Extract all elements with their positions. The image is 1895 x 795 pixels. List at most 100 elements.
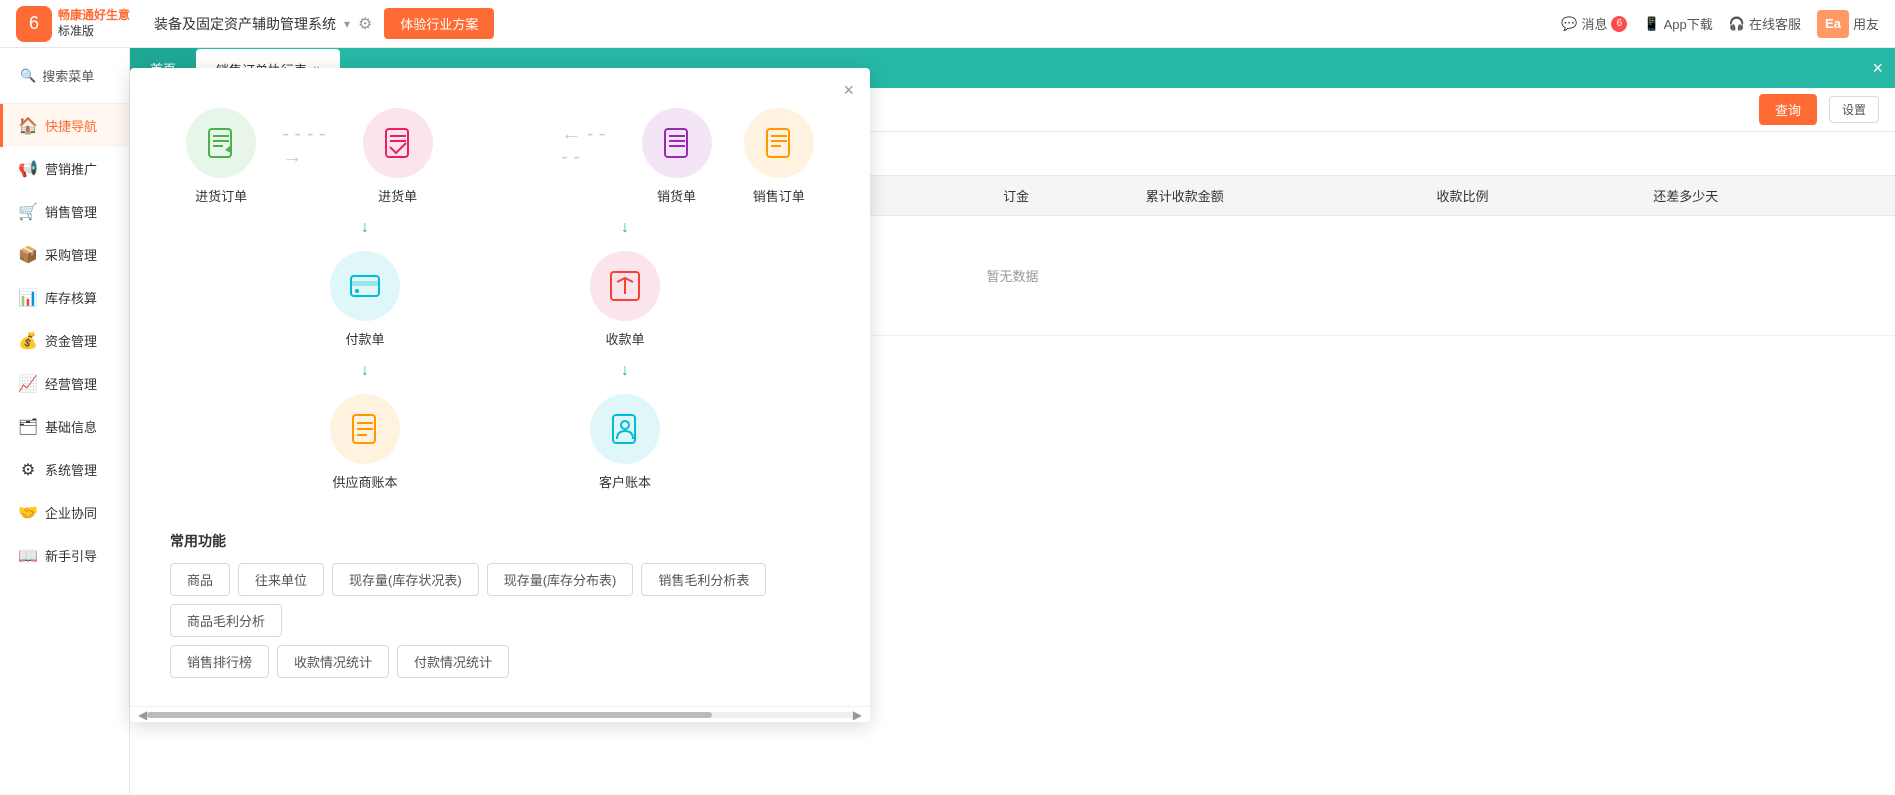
sidebar-item-operations[interactable]: 📈经营管理 (0, 362, 129, 405)
nav-label-sales: 销售管理 (45, 202, 97, 221)
flow-node-sales-bill[interactable]: 销货单 (625, 108, 727, 205)
system-title: 装备及固定资产辅助管理系统 ▾ (154, 14, 350, 34)
gear-icon[interactable]: ⚙ (358, 14, 372, 34)
flow-node-purchase-order[interactable]: 进货订单 (170, 108, 272, 205)
message-icon: 💬 (1561, 16, 1577, 32)
dropdown-icon[interactable]: ▾ (344, 17, 350, 31)
app-download-item[interactable]: 📱 App下载 (1643, 14, 1712, 33)
func-btn-5[interactable]: 商品毛利分析 (170, 604, 282, 637)
user-avatar: Ea (1817, 10, 1849, 38)
nav-label-finance: 资金管理 (45, 331, 97, 350)
nav-icon-sales: 🛒 (19, 203, 37, 221)
func-btn-1[interactable]: 往来单位 (238, 563, 324, 596)
sidebar-item-newcomer[interactable]: 📖 新手引导 (0, 534, 129, 577)
headset-icon: 🎧 (1729, 16, 1745, 32)
scrollbar-right-arrow[interactable]: ▶ (853, 708, 862, 722)
func-btn-2[interactable]: 现存量(库存状况表) (332, 563, 479, 596)
sidebar-item-marketing[interactable]: 📢 营销推广 (0, 147, 129, 190)
nav-icon-marketing: 📢 (19, 160, 37, 178)
down-arrow-customer: ↓ (621, 362, 629, 380)
nav-label-purchase: 采购管理 (45, 245, 97, 264)
flow-diagram: 进货订单 - - - - → 进货单 (130, 68, 870, 521)
col-订金: 订金 (991, 176, 1134, 216)
sidebar-item-sales[interactable]: 🛒 销售管理 (0, 190, 129, 233)
top-right: 💬 消息 6 📱 App下载 🎧 在线客服 Ea 用友 (1561, 10, 1879, 38)
sidebar-nav: 🏠 快捷导航 📢 营销推广 🛒 销售管理 📦 采购管理 📊 库存核算 💰资金管理📈经营管理🗂基础信息… (0, 104, 129, 577)
nav-label-marketing: 营销推广 (45, 159, 97, 178)
flow-row-1: 进货订单 - - - - → 进货单 (170, 108, 830, 205)
nav-icon-inventory: 📊 (19, 289, 37, 307)
flow-node-purchase-bill[interactable]: 进货单 (347, 108, 449, 205)
nav-label-quick-nav: 快捷导航 (45, 116, 97, 135)
sidebar-item-quick-nav[interactable]: 🏠 快捷导航 (0, 104, 129, 147)
sidebar-item-inventory[interactable]: 📊 库存核算 (0, 276, 129, 319)
col-收款比例: 收款比例 (1425, 176, 1642, 216)
flow-circle-purchase-bill (363, 108, 433, 178)
setting-button[interactable]: 设置 (1829, 96, 1879, 123)
func-btn-row2-2[interactable]: 付款情况统计 (397, 645, 509, 678)
arrow-sales-order-to-bill: ← - - - - (551, 123, 625, 169)
flow-node-sales-order[interactable]: 销售订单 (728, 108, 830, 205)
common-functions: 常用功能 商品往来单位现存量(库存状况表)现存量(库存分布表)销售毛利分析表商品… (130, 521, 870, 706)
modal-box: × 进货订单 - - - - → (130, 68, 870, 722)
search-menu-btn[interactable]: 🔍 搜索菜单 (12, 60, 117, 91)
query-button[interactable]: 查询 (1759, 94, 1817, 125)
connector-customer: ↓ (560, 358, 690, 384)
func-btn-row2-0[interactable]: 销售排行榜 (170, 645, 269, 678)
flow-circle-customer-account (590, 394, 660, 464)
flow-circle-receipt (590, 251, 660, 321)
trial-button[interactable]: 体验行业方案 (384, 8, 494, 39)
flow-node-payment[interactable]: 付款单 (300, 251, 430, 348)
nav-label-newcomer: 新手引导 (45, 546, 97, 565)
col-累计收款金额: 累计收款金额 (1134, 176, 1425, 216)
modal-close-icon[interactable]: × (843, 80, 854, 101)
nav-icon-enterprise: 🤝 (19, 504, 37, 522)
user-item[interactable]: Ea 用友 (1817, 10, 1879, 38)
flow-node-receipt[interactable]: 收款单 (560, 251, 690, 348)
flow-node-supplier-account[interactable]: 供应商账本 (300, 394, 430, 491)
col-还差多少天: 还差多少天 (1641, 176, 1895, 216)
nav-label-enterprise: 企业协同 (45, 503, 97, 522)
flow-node-customer-account[interactable]: 客户账本 (560, 394, 690, 491)
nav-icon-quick-nav: 🏠 (19, 117, 37, 135)
nav-icon-newcomer: 📖 (19, 547, 37, 565)
func-btns-row2: 销售排行榜收款情况统计付款情况统计 (170, 645, 830, 678)
logo-area: 6 畅康通好生意 标准版 (16, 6, 146, 42)
func-btn-4[interactable]: 销售毛利分析表 (641, 563, 766, 596)
app-container: 6 畅康通好生意 标准版 装备及固定资产辅助管理系统 ▾ ⚙ 体验行业方案 💬 … (0, 0, 1895, 795)
flow-arrows-down-2: ↓ ↓ (300, 358, 830, 384)
nav-icon-basic-info: 🗂 (19, 418, 37, 436)
sidebar-item-basic-info[interactable]: 🗂基础信息 (0, 405, 129, 448)
sidebar-item-enterprise[interactable]: 🤝 企业协同 (0, 491, 129, 534)
nav-icon-system: ⚙ (19, 461, 37, 479)
modal-scrollbar: ◀ ▶ (130, 706, 870, 722)
flow-circle-sales-bill (642, 108, 712, 178)
func-btn-3[interactable]: 现存量(库存分布表) (487, 563, 634, 596)
sidebar: 🔍 搜索菜单 🏠 快捷导航 📢 营销推广 🛒 销售管理 📦 采购管理 📊 库存核算 💰资金管理📈经营… (0, 48, 130, 795)
message-badge: 6 (1611, 16, 1627, 32)
down-arrow-payment: ↓ (361, 219, 369, 237)
connector-payment: ↓ (300, 215, 430, 241)
sidebar-item-purchase[interactable]: 📦 采购管理 (0, 233, 129, 276)
arrow-purchase-order-to-bill: - - - - → (272, 123, 346, 169)
nav-label-inventory: 库存核算 (45, 288, 97, 307)
flow-circle-payment (330, 251, 400, 321)
message-item[interactable]: 💬 消息 6 (1561, 14, 1627, 33)
sidebar-item-system[interactable]: ⚙系统管理 (0, 448, 129, 491)
online-service-item[interactable]: 🎧 在线客服 (1729, 14, 1801, 33)
scrollbar-thumb[interactable] (147, 712, 711, 718)
flow-arrows-down: ↓ ↓ (300, 215, 830, 241)
flow-row-2: 付款单 收款单 (300, 251, 830, 348)
connector-receipt: ↓ (560, 215, 690, 241)
close-window-icon[interactable]: × (1872, 58, 1883, 79)
flow-circle-supplier-account (330, 394, 400, 464)
sidebar-item-finance[interactable]: 💰资金管理 (0, 319, 129, 362)
func-btn-0[interactable]: 商品 (170, 563, 230, 596)
nav-icon-purchase: 📦 (19, 246, 37, 264)
func-btn-row2-1[interactable]: 收款情况统计 (277, 645, 389, 678)
scrollbar-left-arrow[interactable]: ◀ (138, 708, 147, 722)
search-icon: 🔍 (20, 68, 36, 84)
scrollbar-track (147, 712, 853, 718)
sidebar-search: 🔍 搜索菜单 (0, 48, 129, 104)
flow-row-3: 供应商账本 客户账本 (300, 394, 830, 491)
